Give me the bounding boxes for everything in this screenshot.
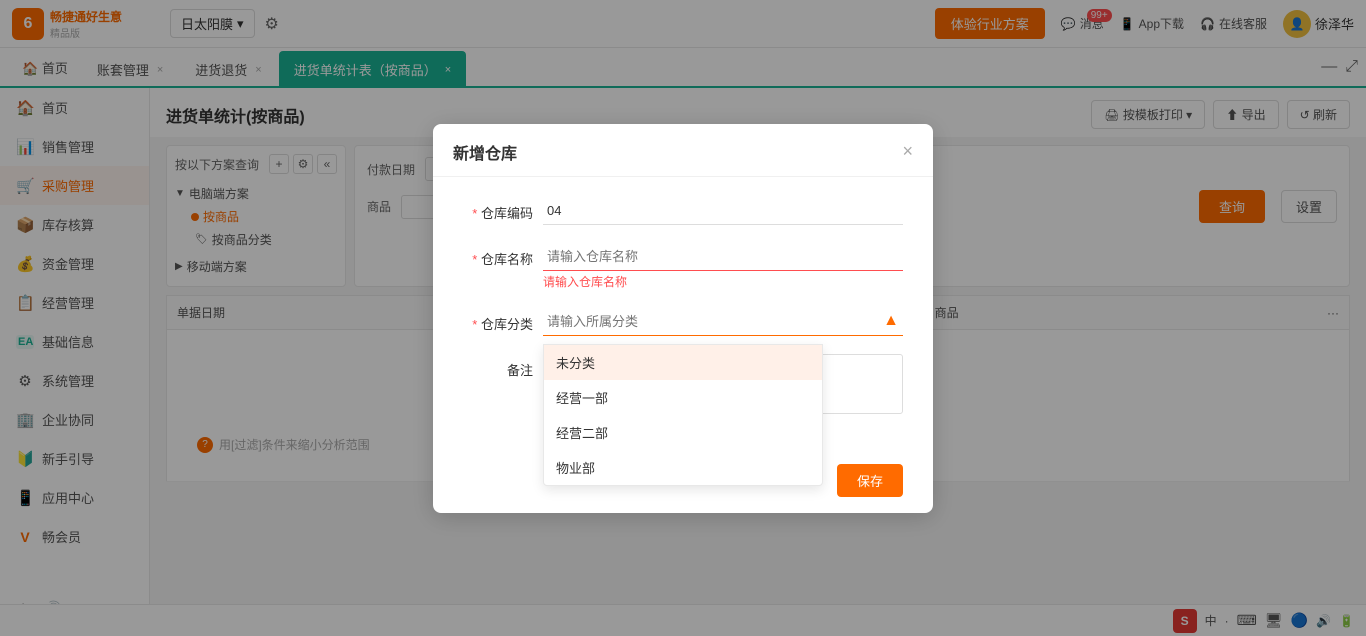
- dialog-title: 新增仓库: [453, 140, 517, 164]
- dropdown-item-dept2[interactable]: 经营二部: [544, 415, 822, 450]
- name-input[interactable]: [543, 243, 903, 271]
- dialog-overlay[interactable]: 新增仓库 × * 仓库编码 * 仓库名称 请输入仓库名称: [0, 0, 1366, 636]
- form-row-code: * 仓库编码: [463, 197, 903, 225]
- code-input[interactable]: [543, 197, 903, 225]
- category-input-wrap: ▲: [543, 308, 903, 336]
- dialog-close-button[interactable]: ×: [902, 141, 913, 162]
- dropdown-item-dept3[interactable]: 物业部: [544, 450, 822, 485]
- name-label: * 仓库名称: [463, 243, 543, 268]
- dropdown-item-uncategorized[interactable]: 未分类: [544, 345, 822, 380]
- name-error-msg: 请输入仓库名称: [543, 273, 903, 290]
- required-star: *: [472, 206, 477, 221]
- new-warehouse-dialog: 新增仓库 × * 仓库编码 * 仓库名称 请输入仓库名称: [433, 124, 933, 513]
- category-toggle-icon[interactable]: ▲: [879, 312, 903, 330]
- note-label: 备注: [463, 354, 543, 379]
- required-star-name: *: [472, 252, 477, 267]
- category-label: * 仓库分类: [463, 308, 543, 333]
- required-star-cat: *: [472, 317, 477, 332]
- code-label: * 仓库编码: [463, 197, 543, 222]
- save-button[interactable]: 保存: [837, 464, 903, 497]
- dialog-body: * 仓库编码 * 仓库名称 请输入仓库名称 *: [433, 177, 933, 452]
- dropdown-item-dept1[interactable]: 经营一部: [544, 380, 822, 415]
- name-field-wrap: 请输入仓库名称: [543, 243, 903, 290]
- dialog-header: 新增仓库 ×: [433, 124, 933, 177]
- form-row-category: * 仓库分类 ▲ 未分类 经营一部 经营二部 物业部: [463, 308, 903, 336]
- category-input[interactable]: [543, 308, 879, 335]
- form-row-name: * 仓库名称 请输入仓库名称: [463, 243, 903, 290]
- category-dropdown: 未分类 经营一部 经营二部 物业部: [543, 344, 823, 486]
